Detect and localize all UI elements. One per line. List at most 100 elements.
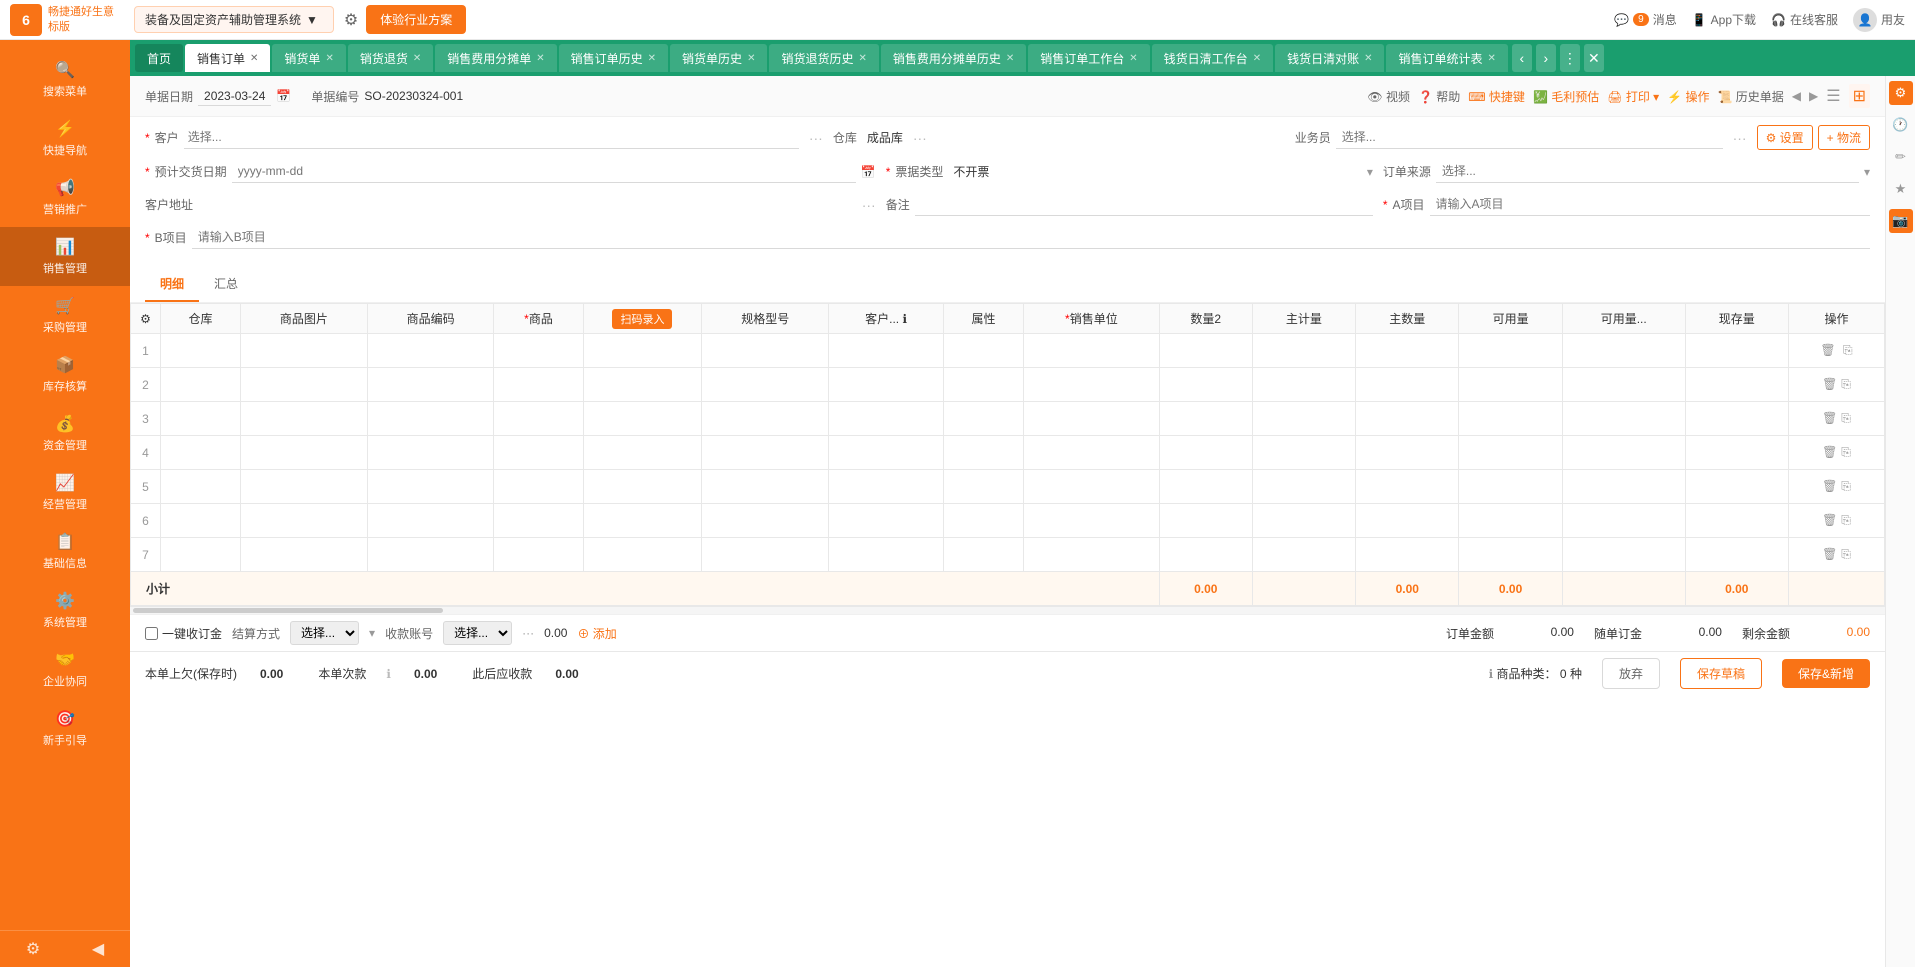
help-action[interactable]: ❓ 帮助 <box>1418 88 1460 105</box>
copy-icon[interactable]: ⎘ <box>1841 445 1851 459</box>
print-action[interactable]: 🖨 打印 ▾ <box>1607 88 1659 105</box>
sidebar-item-guide[interactable]: 🎯 新手引导 <box>0 699 130 758</box>
sidebar-item-sales[interactable]: 📊 销售管理 <box>0 227 130 286</box>
copy-icon[interactable]: ⎘ <box>1841 411 1851 425</box>
calendar-icon[interactable]: 📅 <box>276 89 291 103</box>
tab-sales-workbench[interactable]: 销售订单工作台 ✕ <box>1028 44 1149 72</box>
operations-action[interactable]: ⚡ 操作 <box>1667 88 1709 105</box>
tab-close-daily-account[interactable]: ✕ <box>1364 53 1372 64</box>
delete-icon[interactable]: 🗑 <box>1822 411 1837 425</box>
customer-addr-more-icon[interactable]: ··· <box>862 197 876 213</box>
account-select[interactable]: 选择... <box>443 621 512 645</box>
view-action[interactable]: 👁 视频 <box>1367 88 1410 105</box>
sidebar-item-purchase[interactable]: 🛒 采购管理 <box>0 286 130 345</box>
customer-input[interactable] <box>184 126 799 149</box>
add-goods-btn[interactable]: + 物流 <box>1818 125 1870 150</box>
deposit-checkbox-label[interactable]: 一键收订金 <box>145 625 222 642</box>
row-1-code[interactable] <box>367 334 494 368</box>
col-spec[interactable]: 规格型号 <box>702 304 829 334</box>
tab-sales-fee-history[interactable]: 销售费用分摊单历史 ✕ <box>881 44 1026 72</box>
tab-more-btn[interactable]: ⋮ <box>1560 44 1580 72</box>
app-download[interactable]: 📱 App下载 <box>1692 11 1756 28</box>
sidebar-settings[interactable]: ⚙ <box>26 939 40 959</box>
sidebar-collapse[interactable]: ◀ <box>92 939 104 959</box>
col-warehouse[interactable]: 仓库 <box>161 304 241 334</box>
delete-icon[interactable]: 🗑 <box>1822 547 1837 561</box>
col-main-qty[interactable]: 主数量 <box>1356 304 1459 334</box>
delete-icon[interactable]: 🗑 <box>1822 513 1837 527</box>
tab-close-daily-clear[interactable]: ✕ <box>1253 53 1261 64</box>
tab-close-workbench[interactable]: ✕ <box>1129 53 1137 64</box>
tab-close-goods-history[interactable]: ✕ <box>747 53 755 64</box>
tab-detail[interactable]: 明细 <box>145 267 199 302</box>
warehouse-more-icon[interactable]: ··· <box>913 130 927 146</box>
col-available[interactable]: 可用量 <box>1459 304 1562 334</box>
rp-scan-icon[interactable]: 📷 <box>1889 209 1913 233</box>
copy-icon[interactable]: ⎘ <box>1841 479 1851 493</box>
save-draft-button[interactable]: 保存草稿 <box>1680 658 1762 689</box>
user-area[interactable]: 👤 用友 <box>1853 8 1905 32</box>
message-icon-area[interactable]: 💬 9 消息 <box>1614 11 1677 28</box>
sidebar-item-finance[interactable]: 💰 资金管理 <box>0 404 130 463</box>
tab-sales-order[interactable]: 销售订单 ✕ <box>185 44 270 72</box>
deposit-checkbox[interactable] <box>145 627 158 640</box>
sidebar-item-quicknav[interactable]: ⚡ 快捷导航 <box>0 109 130 168</box>
system-selector[interactable]: 装备及固定资产辅助管理系统 ▼ <box>134 6 334 33</box>
col-product-code[interactable]: 商品编码 <box>367 304 494 334</box>
grid-view-icon[interactable]: ⊞ <box>1849 84 1870 108</box>
copy-icon[interactable]: ⎘ <box>1841 547 1851 561</box>
b-project-input[interactable] <box>192 226 1870 249</box>
invoice-dropdown-icon[interactable]: ▾ <box>1367 165 1373 179</box>
date-value[interactable]: 2023-03-24 <box>198 87 271 106</box>
row-1-attr[interactable] <box>944 334 1024 368</box>
tab-prev-btn[interactable]: ‹ <box>1512 44 1532 72</box>
account-more-icon[interactable]: ··· <box>522 626 534 640</box>
tab-sales-goods-history[interactable]: 销货单历史 ✕ <box>670 44 767 72</box>
payment-method-dropdown[interactable]: ▾ <box>369 626 375 640</box>
delivery-date-input[interactable] <box>232 160 856 183</box>
tab-daily-clear-workbench[interactable]: 钱货日清工作台 ✕ <box>1152 44 1273 72</box>
list-view-icon[interactable]: ☰ <box>1826 86 1840 106</box>
order-source-input[interactable] <box>1436 160 1859 183</box>
delete-icon[interactable]: 🗑 <box>1822 479 1837 493</box>
tab-sales-goods[interactable]: 销货单 ✕ <box>272 44 345 72</box>
rp-star-icon[interactable]: ★ <box>1889 177 1913 201</box>
tab-summary[interactable]: 汇总 <box>199 267 253 302</box>
discard-button[interactable]: 放弃 <box>1602 658 1660 689</box>
row-1-qty2[interactable] <box>1159 334 1252 368</box>
industry-button[interactable]: 体验行业方案 <box>366 5 466 34</box>
this-order-info-icon[interactable]: ℹ <box>386 667 391 681</box>
row-1-warehouse[interactable] <box>161 334 241 368</box>
row-1-unit[interactable] <box>1023 334 1159 368</box>
staff-more-icon[interactable]: ··· <box>1733 130 1747 146</box>
tab-sales-order-history[interactable]: 销售订单历史 ✕ <box>559 44 668 72</box>
staff-input[interactable] <box>1336 126 1723 149</box>
history-action[interactable]: 📜 历史单据 <box>1717 88 1783 105</box>
a-project-input[interactable] <box>1430 193 1870 216</box>
payment-method-select[interactable]: 选择... <box>290 621 359 645</box>
tab-close-order-history[interactable]: ✕ <box>648 53 656 64</box>
copy-icon[interactable]: ⎘ <box>1841 513 1851 527</box>
col-attributes[interactable]: 属性 <box>944 304 1024 334</box>
scan-btn[interactable]: 扫码录入 <box>612 309 672 329</box>
row-1-copy-icon[interactable]: ⎘ <box>1843 343 1853 357</box>
sidebar-item-marketing[interactable]: 📢 营销推广 <box>0 168 130 227</box>
tab-sales-fee-split[interactable]: 销售费用分摊单 ✕ <box>435 44 556 72</box>
sidebar-item-search[interactable]: 🔍 搜索菜单 <box>0 50 130 109</box>
rp-settings-icon[interactable]: ⚙ <box>1889 81 1913 105</box>
save-new-button[interactable]: 保存&新增 <box>1782 659 1870 688</box>
tab-home[interactable]: 首页 <box>135 44 183 72</box>
tab-close-all-btn[interactable]: ✕ <box>1584 44 1604 72</box>
tab-close-return-history[interactable]: ✕ <box>858 53 866 64</box>
delivery-calendar-icon[interactable]: 📅 <box>861 165 876 179</box>
nav-next[interactable]: ▶ <box>1809 89 1818 103</box>
tab-sales-stats[interactable]: 销售订单统计表 ✕ <box>1386 44 1507 72</box>
tab-close-fee-split[interactable]: ✕ <box>536 53 544 64</box>
nav-prev[interactable]: ◀ <box>1792 89 1801 103</box>
online-service[interactable]: 🎧 在线客服 <box>1771 11 1838 28</box>
sidebar-item-system[interactable]: ⚙️ 系统管理 <box>0 581 130 640</box>
col-stock[interactable]: 现存量 <box>1685 304 1788 334</box>
tab-close-fee-history[interactable]: ✕ <box>1006 53 1014 64</box>
sidebar-item-enterprise[interactable]: 🤝 企业协同 <box>0 640 130 699</box>
row-1-main-qty[interactable] <box>1356 334 1459 368</box>
